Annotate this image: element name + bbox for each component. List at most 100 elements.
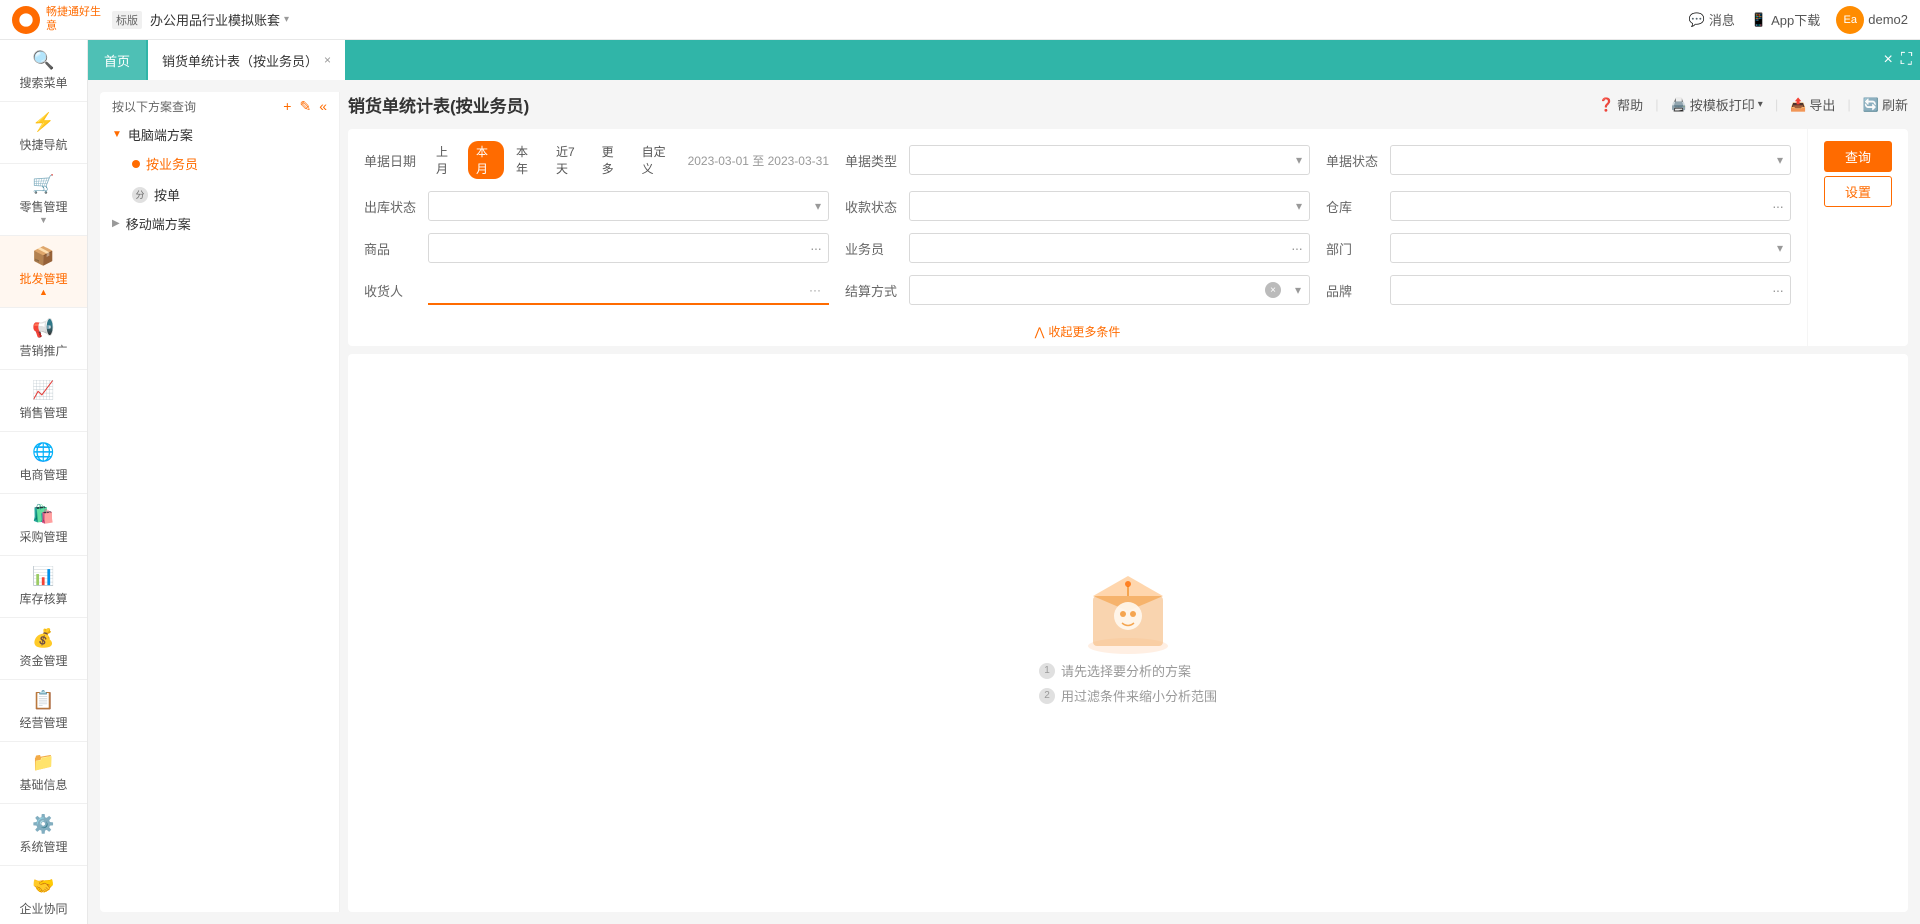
user-area[interactable]: Ea demo2 <box>1836 6 1908 34</box>
app-download-action[interactable]: 📱 App下载 <box>1751 10 1820 29</box>
brand-field[interactable] <box>1390 275 1791 305</box>
expand-icon: ▲ <box>39 287 48 297</box>
date-btn-this-month[interactable]: 本月 <box>468 141 504 179</box>
date-btn-more[interactable]: 更多 <box>594 141 630 179</box>
export-icon: 📤 <box>1790 97 1806 113</box>
collapse-more-button[interactable]: ⋀ 收起更多条件 <box>364 317 1791 346</box>
department-select[interactable] <box>1390 233 1791 263</box>
dropdown-arrow-icon: ▾ <box>1758 99 1763 110</box>
shipment-select[interactable] <box>428 191 829 221</box>
sidebar-item-label: 搜索菜单 <box>19 74 67 91</box>
tab-home[interactable]: 首页 <box>88 40 146 80</box>
header-left: 畅捷通好生意 标版 办公用品行业模拟账套 ▾ <box>12 6 289 34</box>
divider: | <box>1775 97 1778 112</box>
collapse-scheme-icon[interactable]: « <box>319 98 327 115</box>
scheme-item-salesperson[interactable]: 按业务员 <box>100 148 339 179</box>
template-print-button[interactable]: 🖨️ 按模板打印 ▾ <box>1671 95 1763 114</box>
sidebar-item-quicknav[interactable]: ⚡ 快捷导航 <box>0 102 87 164</box>
sidebar-item-system[interactable]: ⚙️ 系统管理 <box>0 804 87 866</box>
retail-icon: 🛒 <box>32 174 54 195</box>
search-icon: 🔍 <box>32 50 54 71</box>
product-field[interactable] <box>428 233 829 263</box>
filter-row-3: 商品 业务员 <box>364 233 1791 263</box>
add-scheme-icon[interactable]: + <box>283 98 291 115</box>
date-btn-7days[interactable]: 近7天 <box>548 141 590 179</box>
sidebar-item-inventory[interactable]: 📊 库存核算 <box>0 556 87 618</box>
finance-icon: 💰 <box>32 628 54 649</box>
sidebar-item-label: 经营管理 <box>19 714 67 731</box>
salesperson-field[interactable] <box>909 233 1310 263</box>
tab-close-icon[interactable]: × <box>324 53 331 67</box>
sidebar-item-purchase[interactable]: 🛍️ 采购管理 <box>0 494 87 556</box>
content-area: 首页 销货单统计表（按业务员） × × ⛶ 按以下方案查询 + ✎ « <box>88 40 1920 924</box>
basic-icon: 📁 <box>32 752 54 773</box>
receiver-dots-icon[interactable]: ··· <box>809 283 821 297</box>
sidebar-item-label: 快捷导航 <box>19 136 67 153</box>
sidebar-item-enterprise[interactable]: 🤝 企业协同 <box>0 866 87 924</box>
sidebar-item-sales[interactable]: 📈 销售管理 <box>0 370 87 432</box>
refresh-button[interactable]: 🔄 刷新 <box>1863 95 1908 114</box>
query-button[interactable]: 查询 <box>1824 141 1892 172</box>
tab-active[interactable]: 销货单统计表（按业务员） × <box>148 40 345 80</box>
doc-type-select-wrapper <box>909 145 1310 175</box>
receiver-input-wrapper: ··· <box>428 275 829 305</box>
filter-form-area: 单据日期 上月 本月 本年 近7天 更多 自定义 <box>348 129 1807 346</box>
desktop-scheme-category[interactable]: ▼ 电脑端方案 <box>100 121 339 148</box>
edit-scheme-icon[interactable]: ✎ <box>299 98 311 115</box>
logo-text: 畅捷通好生意 <box>46 6 106 32</box>
doc-type-select[interactable] <box>909 145 1310 175</box>
print-icon: 🖨️ <box>1671 97 1687 113</box>
enterprise-icon: 🤝 <box>32 876 54 897</box>
filter-field-shipment: 出库状态 <box>364 191 829 221</box>
date-btn-this-year[interactable]: 本年 <box>508 141 544 179</box>
date-group: 上月 本月 本年 近7天 更多 自定义 <box>428 141 680 179</box>
date-label: 单据日期 <box>364 151 420 170</box>
help-button[interactable]: ❓ 帮助 <box>1598 95 1643 114</box>
collapse-up-icon: ⋀ <box>1035 325 1045 339</box>
payment-select-wrapper <box>909 191 1310 221</box>
settlement-field[interactable]: × ▾ <box>909 275 1310 305</box>
window-close-button[interactable]: × <box>1883 51 1892 69</box>
sidebar-item-label: 营销推广 <box>19 342 67 359</box>
page-actions: ❓ 帮助 | 🖨️ 按模板打印 ▾ | 📤 导出 <box>1598 95 1908 114</box>
sidebar-item-finance[interactable]: 💰 资金管理 <box>0 618 87 680</box>
warehouse-field[interactable] <box>1390 191 1791 221</box>
app-selector[interactable]: 办公用品行业模拟账套 ▾ <box>150 10 289 29</box>
window-maximize-button[interactable]: ⛶ <box>1901 51 1912 69</box>
sidebar-item-retail[interactable]: 🛒 零售管理 ▼ <box>0 164 87 236</box>
tab-bar-right: × ⛶ <box>1883 51 1920 69</box>
payment-select[interactable] <box>909 191 1310 221</box>
warehouse-label: 仓库 <box>1326 197 1382 216</box>
sidebar-item-search[interactable]: 🔍 搜索菜单 <box>0 40 87 102</box>
empty-step-1: 1 请先选择要分析的方案 <box>1039 661 1217 680</box>
settings-button[interactable]: 设置 <box>1824 176 1892 207</box>
warehouse-display <box>1390 191 1791 221</box>
filter-top-row: 单据日期 上月 本月 本年 近7天 更多 自定义 <box>348 129 1908 346</box>
scheme-item-order[interactable]: 分 按单 <box>100 179 339 210</box>
date-btn-last-month[interactable]: 上月 <box>428 141 464 179</box>
sidebar-item-basic[interactable]: 📁 基础信息 <box>0 742 87 804</box>
sidebar: 🔍 搜索菜单 ⚡ 快捷导航 🛒 零售管理 ▼ 📦 批发管理 ▲ 📢 营销推广 📈… <box>0 40 88 924</box>
sidebar-item-operation[interactable]: 📋 经营管理 <box>0 680 87 742</box>
sidebar-item-label: 销售管理 <box>19 404 67 421</box>
triangle-right-icon: ▶ <box>112 218 120 229</box>
page-title: 销货单统计表(按业务员) <box>348 92 529 117</box>
date-btn-custom[interactable]: 自定义 <box>634 141 680 179</box>
scheme-label: 按以下方案查询 <box>112 98 196 115</box>
shipment-select-wrapper <box>428 191 829 221</box>
sidebar-item-label: 系统管理 <box>19 838 67 855</box>
divider: | <box>1655 97 1658 112</box>
export-button[interactable]: 📤 导出 <box>1790 95 1835 114</box>
main-layout: 🔍 搜索菜单 ⚡ 快捷导航 🛒 零售管理 ▼ 📦 批发管理 ▲ 📢 营销推广 📈… <box>0 40 1920 924</box>
filter-sidebar-actions: + ✎ « <box>283 98 327 115</box>
empty-illustration <box>1068 561 1188 661</box>
sidebar-item-ecommerce[interactable]: 🌐 电商管理 <box>0 432 87 494</box>
logo-area: 畅捷通好生意 标版 <box>12 6 142 34</box>
sidebar-item-wholesale[interactable]: 📦 批发管理 ▲ <box>0 236 87 308</box>
sidebar-item-marketing[interactable]: 📢 营销推广 <box>0 308 87 370</box>
doc-status-select[interactable] <box>1390 145 1791 175</box>
mobile-scheme-category[interactable]: ▶ 移动端方案 <box>100 210 339 237</box>
settlement-clear-icon[interactable]: × <box>1265 282 1281 298</box>
message-action[interactable]: 💬 消息 <box>1689 10 1735 29</box>
receiver-input[interactable] <box>428 275 829 305</box>
